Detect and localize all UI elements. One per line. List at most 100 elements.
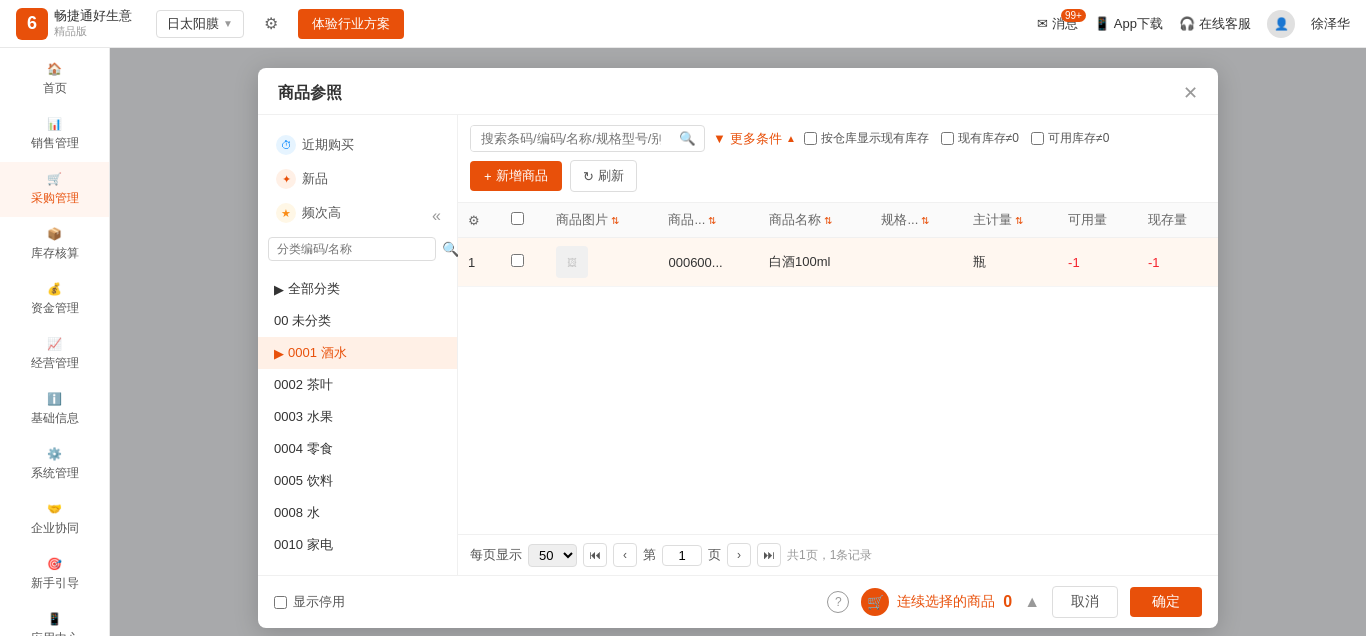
row-stock: -1: [1138, 238, 1218, 287]
sidebar-item-finance[interactable]: 💰 资金管理: [0, 272, 109, 327]
prev-page-button[interactable]: ‹: [613, 543, 637, 567]
select-all-checkbox[interactable]: [511, 212, 524, 225]
collapse-cart-icon[interactable]: ▲: [1024, 593, 1040, 611]
inventory-icon: 📦: [47, 227, 62, 241]
refresh-button[interactable]: ↻ 刷新: [570, 160, 637, 192]
checkbox-available-stock-input[interactable]: [1031, 132, 1044, 145]
cat-water[interactable]: 0008 水: [258, 497, 457, 529]
logo-icon: 6: [16, 8, 48, 40]
add-product-label: 新增商品: [496, 167, 548, 185]
sidebar-item-collab[interactable]: 🤝 企业协同: [0, 492, 109, 547]
sidebar-item-basic-info[interactable]: ℹ️ 基础信息: [0, 382, 109, 437]
cat-unclassified-label: 00 未分类: [274, 312, 331, 330]
cat-unclassified[interactable]: 00 未分类: [258, 305, 457, 337]
th-available-label: 可用量: [1068, 211, 1107, 229]
row-select-checkbox[interactable]: [511, 254, 524, 267]
logo-line2: 精品版: [54, 24, 132, 39]
chevron-down-icon: ▼: [223, 18, 233, 29]
tab-new-item[interactable]: ✦ 新品: [266, 163, 424, 195]
row-unit: 瓶: [963, 238, 1058, 287]
guide-icon: 🎯: [47, 557, 62, 571]
app-download-button[interactable]: 📱 App下载: [1094, 15, 1163, 33]
sort-unit-icon: ⇅: [1015, 215, 1023, 226]
sidebar-item-apps[interactable]: 📱 应用中心: [0, 602, 109, 636]
row-img: 🖼: [546, 238, 658, 287]
left-panel-collapse-button[interactable]: «: [424, 203, 449, 229]
sort-spec-icon: ⇅: [921, 215, 929, 226]
show-disabled-checkbox[interactable]: [274, 596, 287, 609]
cat-tea[interactable]: 0002 茶叶: [258, 369, 457, 401]
th-checkbox: [501, 203, 546, 238]
tab-frequent[interactable]: ★ 频次高: [266, 197, 424, 229]
app-download-label: App下载: [1114, 15, 1163, 33]
first-page-button[interactable]: ⏮: [583, 543, 607, 567]
help-icon[interactable]: ?: [827, 591, 849, 613]
th-img-label: 商品图片: [556, 211, 608, 229]
checkbox-current-stock-input[interactable]: [941, 132, 954, 145]
sidebar-item-guide[interactable]: 🎯 新手引导: [0, 547, 109, 602]
checkbox-warehouse[interactable]: 按仓库显示现有库存: [804, 130, 929, 147]
category-search-icon[interactable]: 🔍: [442, 241, 459, 257]
checkbox-warehouse-label: 按仓库显示现有库存: [821, 130, 929, 147]
basic-info-icon: ℹ️: [47, 392, 62, 406]
cat-fruit[interactable]: 0003 水果: [258, 401, 457, 433]
sidebar-item-purchase[interactable]: 🛒 采购管理: [0, 162, 109, 217]
cat-all-label: 全部分类: [288, 280, 340, 298]
filter-chevron-icon: ▲: [786, 133, 796, 144]
checkbox-warehouse-input[interactable]: [804, 132, 817, 145]
sidebar-item-inventory[interactable]: 📦 库存核算: [0, 217, 109, 272]
sidebar: 🏠 首页 📊 销售管理 🛒 采购管理 📦 库存核算 💰 资金管理 📈 经营管理 …: [0, 48, 110, 636]
show-disabled-label: 显示停用: [293, 593, 345, 611]
product-search-input[interactable]: [471, 126, 671, 151]
table-row[interactable]: 1 🖼 000600... 白酒100ml 瓶: [458, 238, 1218, 287]
next-page-button[interactable]: ›: [727, 543, 751, 567]
online-service-button[interactable]: 🎧 在线客服: [1179, 15, 1251, 33]
logo: 6 畅捷通好生意 精品版: [16, 8, 132, 40]
per-page-select[interactable]: 50: [528, 544, 577, 567]
message-icon: ✉: [1037, 16, 1048, 31]
modal-close-button[interactable]: ✕: [1183, 82, 1198, 104]
frequent-icon: ★: [276, 203, 296, 223]
sidebar-item-operations[interactable]: 📈 经营管理: [0, 327, 109, 382]
cat-liquor-label: 0001 酒水: [288, 344, 347, 362]
messages-button[interactable]: ✉ 消息 99+: [1037, 15, 1078, 33]
cancel-button[interactable]: 取消: [1052, 586, 1118, 618]
product-search-button[interactable]: 🔍: [671, 126, 704, 151]
confirm-button[interactable]: 确定: [1130, 587, 1202, 617]
filter-label: 更多条件: [730, 130, 782, 148]
checkbox-available-stock[interactable]: 可用库存≠0: [1031, 130, 1109, 147]
cat-liquor[interactable]: ▶ 0001 酒水: [258, 337, 457, 369]
table-header-row: ⚙ 商品图片 ⇅: [458, 203, 1218, 238]
add-product-button[interactable]: + 新增商品: [470, 161, 562, 191]
more-filter-button[interactable]: ▼ 更多条件 ▲: [713, 130, 796, 148]
headset-icon: 🎧: [1179, 16, 1195, 31]
sidebar-item-sales[interactable]: 📊 销售管理: [0, 107, 109, 162]
sidebar-item-system[interactable]: ⚙️ 系统管理: [0, 437, 109, 492]
settings-icon[interactable]: ⚙: [256, 9, 286, 39]
workspace-name: 日太阳膜: [167, 15, 219, 33]
cat-snack[interactable]: 0004 零食: [258, 433, 457, 465]
sidebar-label-guide: 新手引导: [31, 575, 79, 592]
tab-new-item-label: 新品: [302, 170, 328, 188]
toolbar: 🔍 ▼ 更多条件 ▲ 按仓库显示现有库存: [458, 115, 1218, 203]
row-checkbox[interactable]: [501, 238, 546, 287]
home-icon: 🏠: [47, 62, 62, 76]
workspace-selector[interactable]: 日太阳膜 ▼: [156, 10, 244, 38]
sidebar-item-home[interactable]: 🏠 首页: [0, 52, 109, 107]
checkbox-current-stock[interactable]: 现有库存≠0: [941, 130, 1019, 147]
page-number-input[interactable]: [662, 545, 702, 566]
sidebar-label-operations: 经营管理: [31, 355, 79, 372]
online-service-label: 在线客服: [1199, 15, 1251, 33]
tab-recent[interactable]: ⏱ 近期购买: [266, 129, 424, 161]
th-settings[interactable]: ⚙: [458, 203, 501, 238]
checkbox-available-stock-label: 可用库存≠0: [1048, 130, 1109, 147]
checkbox-group: 按仓库显示现有库存 现有库存≠0 可用库存≠0: [804, 130, 1110, 147]
last-page-button[interactable]: ⏭: [757, 543, 781, 567]
row-spec: [871, 238, 963, 287]
trial-button[interactable]: 体验行业方案: [298, 9, 404, 39]
category-search-input[interactable]: [268, 237, 436, 261]
cat-all[interactable]: ▶ 全部分类: [258, 273, 457, 305]
cat-beverage[interactable]: 0005 饮料: [258, 465, 457, 497]
cat-appliance[interactable]: 0010 家电: [258, 529, 457, 561]
refresh-icon: ↻: [583, 169, 594, 184]
